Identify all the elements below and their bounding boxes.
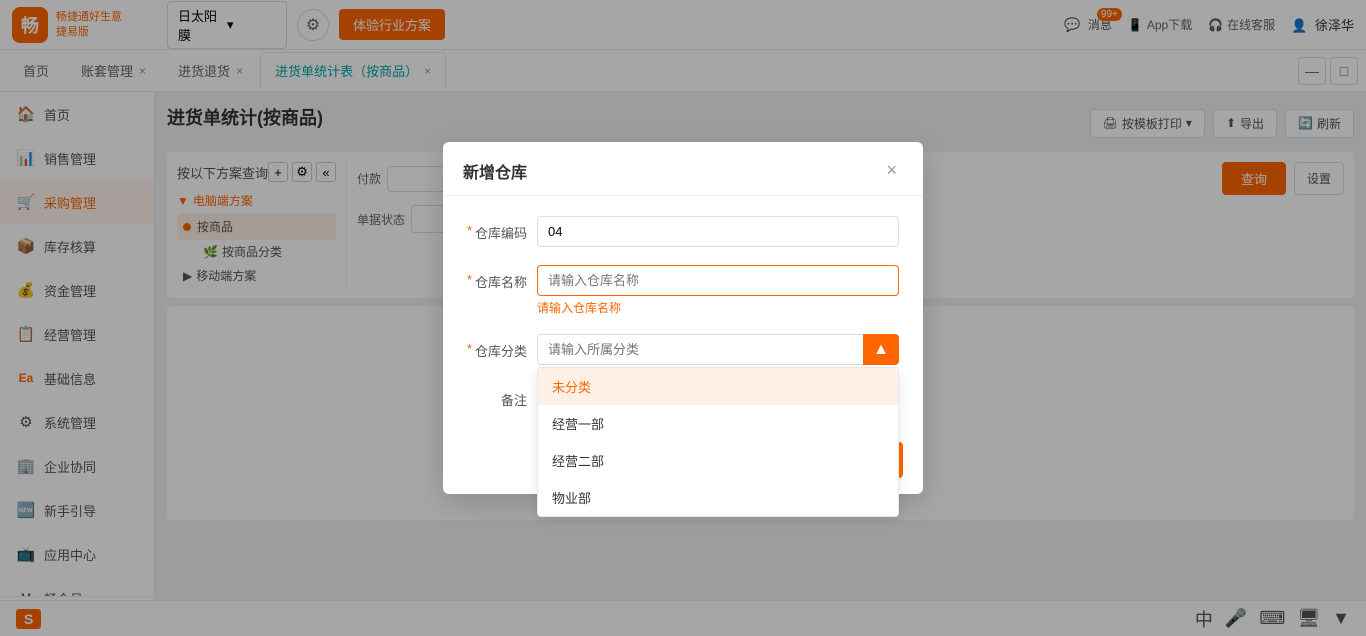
code-form-row: 仓库编码: [467, 216, 899, 247]
name-form-row: 仓库名称 请输入仓库名称: [467, 265, 899, 316]
classify-label: 仓库分类: [467, 334, 537, 360]
name-error-msg: 请输入仓库名称: [537, 299, 899, 316]
classify-control: ▲ 未分类 经营一部 经营二部 物业部: [537, 334, 899, 365]
name-control: 请输入仓库名称: [537, 265, 899, 316]
classify-dropdown: 未分类 经营一部 经营二部 物业部: [537, 367, 899, 517]
modal-overlay: 新增仓库 × 仓库编码 仓库名称 请输入仓库名称 仓库分类: [0, 0, 1366, 636]
name-input[interactable]: [537, 265, 899, 296]
dropdown-item-dept3[interactable]: 物业部: [538, 479, 898, 516]
classify-form-row: 仓库分类 ▲ 未分类 经营一部 经营二部 物业部: [467, 334, 899, 365]
modal-body: 仓库编码 仓库名称 请输入仓库名称 仓库分类 ▲: [443, 196, 923, 430]
modal-header: 新增仓库 ×: [443, 142, 923, 196]
modal-close-button[interactable]: ×: [880, 158, 903, 183]
add-warehouse-modal: 新增仓库 × 仓库编码 仓库名称 请输入仓库名称 仓库分类: [443, 142, 923, 494]
code-label: 仓库编码: [467, 216, 537, 242]
modal-title: 新增仓库: [463, 159, 527, 183]
name-label: 仓库名称: [467, 265, 537, 291]
classify-wrapper: ▲ 未分类 经营一部 经营二部 物业部: [537, 334, 899, 365]
dropdown-item-dept2[interactable]: 经营二部: [538, 442, 898, 479]
classify-toggle-button[interactable]: ▲: [863, 334, 899, 365]
code-control: [537, 216, 899, 247]
dropdown-item-dept1[interactable]: 经营一部: [538, 405, 898, 442]
dropdown-item-uncategorized[interactable]: 未分类: [538, 368, 898, 405]
classify-input[interactable]: [537, 334, 899, 365]
remark-label: 备注: [467, 383, 537, 409]
code-input[interactable]: [537, 216, 899, 247]
